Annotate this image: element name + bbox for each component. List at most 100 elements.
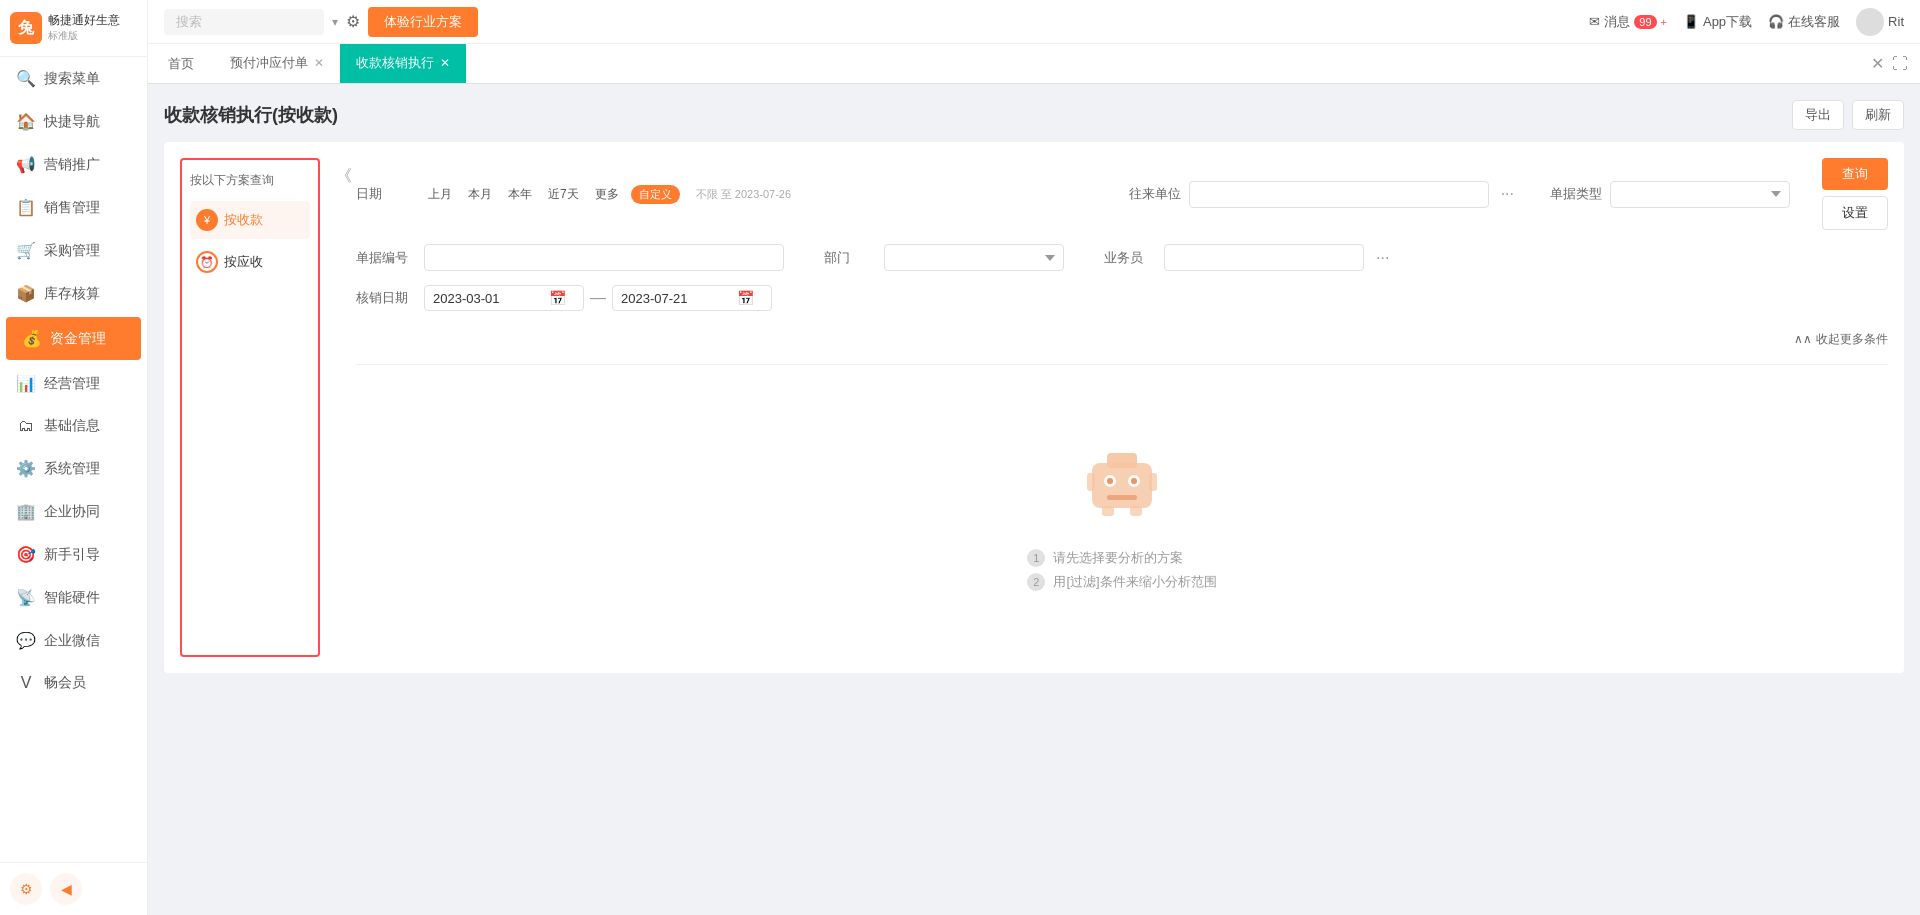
shortcut-this-year[interactable]: 本年 — [504, 184, 536, 205]
export-btn[interactable]: 导出 — [1792, 100, 1844, 130]
topbar-search: 搜索 — [164, 9, 324, 35]
shortcut-custom[interactable]: 自定义 — [631, 185, 680, 204]
sidebar-label-operations: 经营管理 — [44, 375, 100, 393]
tip-text-2: 用[过滤]条件来缩小分析范围 — [1053, 573, 1216, 591]
filter-option-by-receipt[interactable]: ¥ 按收款 — [190, 201, 310, 239]
tip-num-1: 1 — [1027, 549, 1045, 567]
filter-option-receivable-label: 按应收 — [224, 253, 263, 271]
salesperson-more-icon[interactable]: ··· — [1372, 249, 1393, 267]
sidebar-footer: ⚙ ◀ — [0, 862, 147, 915]
logo-text: 畅捷通好生意 — [48, 13, 120, 29]
topbar-right: ✉ 消息 99 + 📱 App下载 🎧 在线客服 Rit — [1589, 8, 1904, 36]
empty-state: 1 请先选择要分析的方案 2 用[过滤]条件来缩小分析范围 — [356, 373, 1888, 657]
online-service-btn[interactable]: 🎧 在线客服 — [1768, 13, 1840, 31]
topbar-gear-icon[interactable]: ⚙ — [346, 12, 360, 31]
logo-badge: 标准版 — [48, 29, 120, 43]
sidebar-item-guide[interactable]: 🎯 新手引导 — [0, 533, 147, 576]
sidebar-label-member: 畅会员 — [44, 674, 86, 692]
message-btn[interactable]: ✉ 消息 99 + — [1589, 13, 1667, 31]
filter-form: 日期 上月 本月 本年 近7天 更多 自定义 不限 至 2023-07-26 — [356, 158, 1888, 657]
tab-prepay-label: 预付冲应付单 — [230, 54, 308, 72]
tab-prepay[interactable]: 预付冲应付单 ✕ — [214, 44, 340, 83]
counterparty-more-icon[interactable]: ··· — [1497, 185, 1518, 203]
sidebar-label-sales: 销售管理 — [44, 199, 100, 217]
sidebar-item-inventory[interactable]: 📦 库存核算 — [0, 272, 147, 315]
sidebar-item-system[interactable]: ⚙️ 系统管理 — [0, 447, 147, 490]
sidebar-label-hardware: 智能硬件 — [44, 589, 100, 607]
sidebar-nav: 🔍 搜索菜单 🏠 快捷导航 📢 营销推广 📋 销售管理 🛒 采购管理 📦 库存核… — [0, 57, 147, 862]
collapse-more-btn[interactable]: ∧∧ 收起更多条件 — [1794, 331, 1888, 348]
sidebar-item-member[interactable]: V 畅会员 — [0, 662, 147, 704]
sidebar-item-sales[interactable]: 📋 销售管理 — [0, 186, 147, 229]
service-icon: 🎧 — [1768, 14, 1784, 29]
salesperson-input[interactable] — [1164, 244, 1364, 271]
sidebar-item-hardware[interactable]: 📡 智能硬件 — [0, 576, 147, 619]
settings-footer-btn[interactable]: ⚙ — [10, 873, 42, 905]
app-download-label: App下载 — [1703, 13, 1752, 31]
divider — [356, 364, 1888, 365]
sidebar-item-finance[interactable]: 💰 资金管理 — [6, 317, 141, 360]
tip-text-1: 请先选择要分析的方案 — [1053, 549, 1183, 567]
svg-rect-7 — [1087, 473, 1095, 491]
close-tab-icon[interactable]: ✕ — [1871, 54, 1884, 73]
tab-receipt-writeoff[interactable]: 收款核销执行 ✕ — [340, 44, 466, 83]
logo-area: 兔 畅捷通好生意 标准版 — [0, 0, 147, 57]
sidebar-label-finance: 资金管理 — [50, 330, 106, 348]
filter-sidebar: 按以下方案查询 ¥ 按收款 ⏰ 按应收 — [180, 158, 320, 657]
department-select[interactable] — [884, 244, 1064, 271]
empty-robot-illustration — [1072, 433, 1172, 533]
shortcut-7days[interactable]: 近7天 — [544, 184, 583, 205]
sidebar-item-enterprise[interactable]: 🏢 企业协同 — [0, 490, 147, 533]
tab-home[interactable]: 首页 — [148, 44, 214, 83]
counterparty-input[interactable] — [1189, 181, 1489, 208]
svg-rect-8 — [1149, 473, 1157, 491]
department-label: 部门 — [824, 249, 876, 267]
logo-text-group: 畅捷通好生意 标准版 — [48, 13, 120, 43]
app-download-btn[interactable]: 📱 App下载 — [1683, 13, 1752, 31]
industry-btn[interactable]: 体验行业方案 — [368, 7, 478, 37]
refresh-btn[interactable]: 刷新 — [1852, 100, 1904, 130]
page-header-actions: 导出 刷新 — [1792, 100, 1904, 130]
tab-prepay-close-icon[interactable]: ✕ — [314, 56, 324, 70]
collapse-panel-btn[interactable]: 《 — [336, 158, 356, 657]
writeoff-date-end-cal-icon[interactable]: 📅 — [737, 290, 754, 306]
query-btn[interactable]: 查询 — [1822, 158, 1888, 190]
dropdown-arrow-icon[interactable]: ▾ — [332, 15, 338, 29]
filter-option-by-receivable[interactable]: ⏰ 按应收 — [190, 243, 310, 281]
writeoff-date-end-input[interactable] — [621, 291, 731, 306]
shortcut-last-month[interactable]: 上月 — [424, 184, 456, 205]
collapse-more-area: ∧∧ 收起更多条件 — [356, 325, 1888, 356]
purchase-icon: 🛒 — [16, 241, 36, 260]
receipt-option-icon: ¥ — [196, 209, 218, 231]
sidebar-item-operations[interactable]: 📊 经营管理 — [0, 362, 147, 405]
filter-row-3: 核销日期 📅 — 📅 — [356, 285, 1888, 311]
guide-icon: 🎯 — [16, 545, 36, 564]
doc-no-label: 单据编号 — [356, 249, 408, 267]
shortcut-this-month[interactable]: 本月 — [464, 184, 496, 205]
user-area[interactable]: Rit — [1856, 8, 1904, 36]
topbar-left: 搜索 ▾ ⚙ 体验行业方案 — [164, 7, 1573, 37]
writeoff-date-start-cal-icon[interactable]: 📅 — [549, 290, 566, 306]
sidebar-item-wechat[interactable]: 💬 企业微信 — [0, 619, 147, 662]
sidebar-item-quick-nav[interactable]: 🏠 快捷导航 — [0, 100, 147, 143]
writeoff-date-start-input[interactable] — [433, 291, 543, 306]
salesperson-label: 业务员 — [1104, 249, 1156, 267]
collapse-sidebar-btn[interactable]: ◀ — [50, 873, 82, 905]
sidebar-item-marketing[interactable]: 📢 营销推广 — [0, 143, 147, 186]
doc-no-input[interactable] — [424, 244, 784, 271]
settings-btn[interactable]: 设置 — [1822, 196, 1888, 230]
doc-type-select[interactable] — [1610, 181, 1790, 208]
shortcut-more[interactable]: 更多 — [591, 184, 623, 205]
avatar — [1856, 8, 1884, 36]
filter-action-buttons: 查询 设置 — [1822, 158, 1888, 230]
expand-tab-icon[interactable]: ⛶ — [1892, 55, 1908, 73]
message-label: 消息 — [1604, 13, 1630, 31]
tab-receipt-close-icon[interactable]: ✕ — [440, 56, 450, 70]
marketing-icon: 📢 — [16, 155, 36, 174]
writeoff-date-start-wrap: 📅 — [424, 285, 584, 311]
date-note: 不限 至 2023-07-26 — [696, 187, 791, 202]
sidebar-item-basic-info[interactable]: 🗂 基础信息 — [0, 405, 147, 447]
sidebar-label-marketing: 营销推广 — [44, 156, 100, 174]
sidebar-item-search[interactable]: 🔍 搜索菜单 — [0, 57, 147, 100]
sidebar-item-purchase[interactable]: 🛒 采购管理 — [0, 229, 147, 272]
